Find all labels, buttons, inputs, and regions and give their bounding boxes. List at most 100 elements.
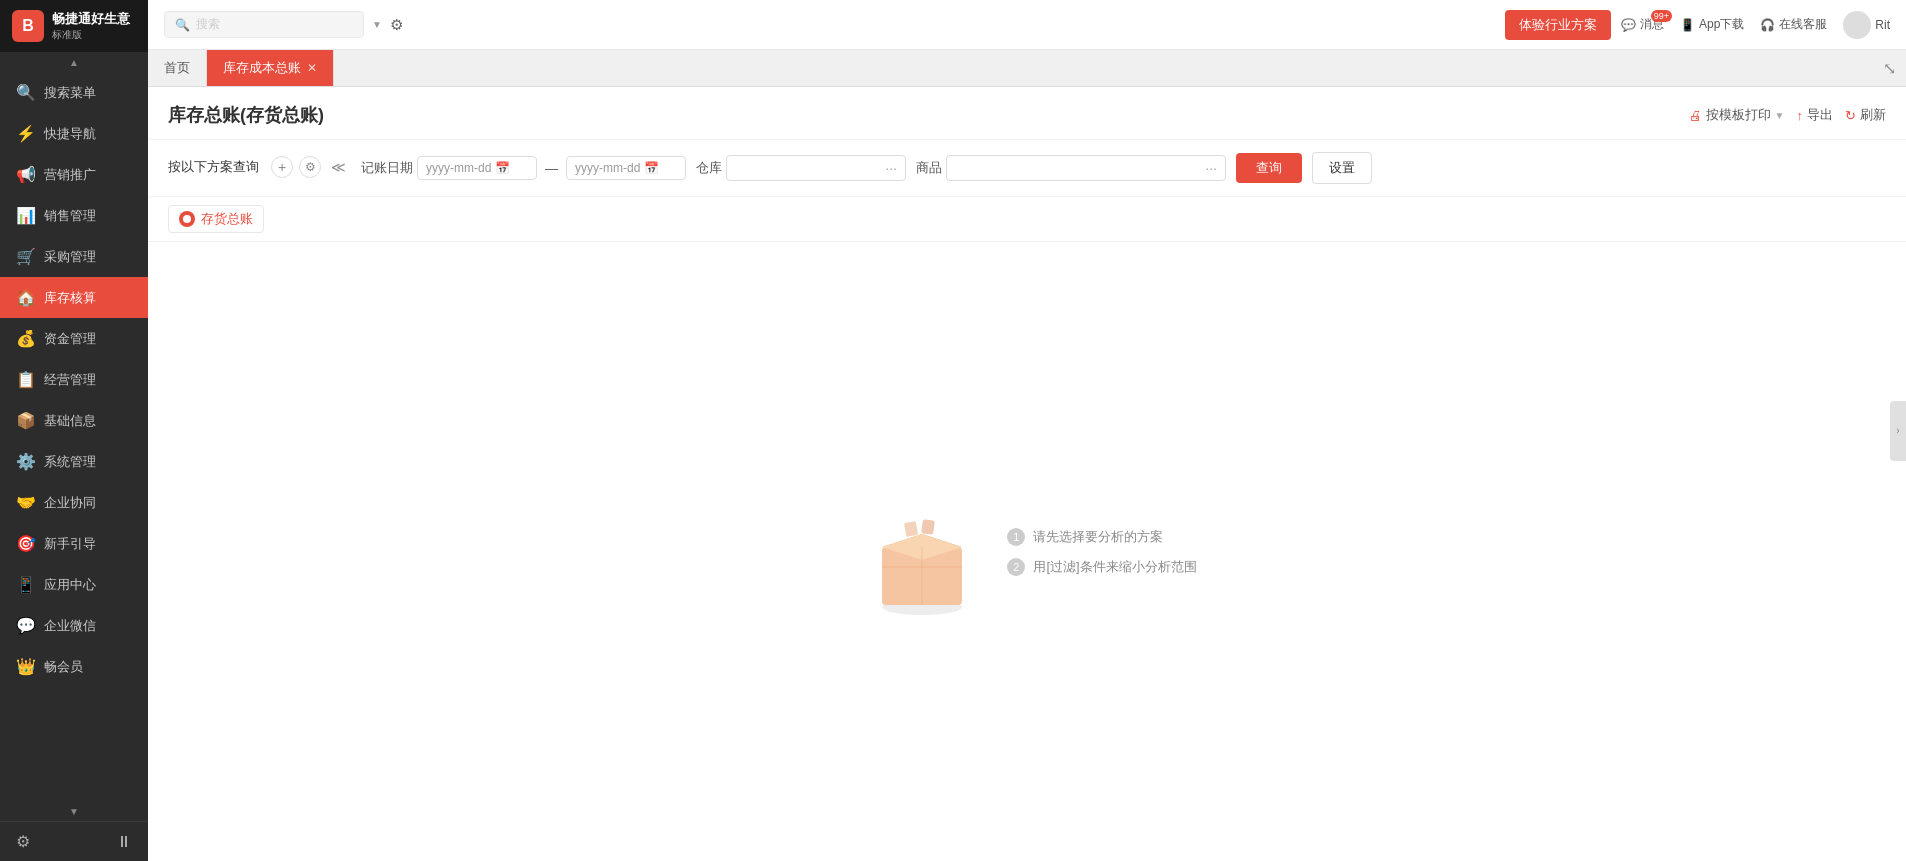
tab-inventory-ledger[interactable]: 库存成本总账 ✕ xyxy=(207,50,334,86)
messages-btn[interactable]: 💬 消息 99+ xyxy=(1621,16,1664,33)
refresh-btn[interactable]: ↻ 刷新 xyxy=(1845,106,1886,124)
date-label: 记账日期 xyxy=(361,159,413,177)
sidebar-label-system: 系统管理 xyxy=(44,453,96,471)
search-dropdown-icon[interactable]: ▼ xyxy=(372,19,382,30)
sidebar-item-purchase[interactable]: 🛒 采购管理 xyxy=(0,236,148,277)
filter-collapse-btn[interactable]: ≪ xyxy=(327,156,349,178)
export-icon: ↑ xyxy=(1797,108,1804,123)
hint-num-1: 1 xyxy=(1007,528,1025,546)
page-header: 库存总账(存货总账) 🖨 按模板打印 ▼ ↑ 导出 ↻ 刷新 xyxy=(148,87,1906,140)
sidebar-item-member[interactable]: 👑 畅会员 xyxy=(0,646,148,687)
warehouse-more-icon[interactable]: ··· xyxy=(885,160,897,176)
sidebar-icon-enterprise: 🤝 xyxy=(16,493,34,512)
sidebar-label-inventory: 库存核算 xyxy=(44,289,96,307)
industry-btn[interactable]: 体验行业方案 xyxy=(1505,10,1611,40)
page-title: 库存总账(存货总账) xyxy=(168,103,324,127)
product-label: 商品 xyxy=(916,159,942,177)
user-avatar-area[interactable]: Rit xyxy=(1843,11,1890,39)
user-avatar xyxy=(1843,11,1871,39)
date-start-input[interactable]: yyyy-mm-dd 📅 xyxy=(417,156,537,180)
sidebar-icon-finance: 💰 xyxy=(16,329,34,348)
sidebar-footer: ⚙ ⏸ xyxy=(0,821,148,861)
online-service-btn[interactable]: 🎧 在线客服 xyxy=(1760,16,1827,33)
sidebar-item-marketing[interactable]: 📢营销推广 xyxy=(0,154,148,195)
scheme-area: 存货总账 xyxy=(148,197,1906,242)
sidebar: B 畅捷通好生意 标准版 ▲ 🔍搜索菜单 ⚡ 快捷导航 📢营销推广📊销售管理 🛒 采购管理… xyxy=(0,0,148,861)
sidebar-label-purchase: 采购管理 xyxy=(44,248,96,266)
sidebar-label-member: 畅会员 xyxy=(44,658,83,676)
logo-area: B 畅捷通好生意 标准版 xyxy=(0,0,148,52)
tab-close-icon[interactable]: ✕ xyxy=(307,61,317,75)
sidebar-label-marketing: 营销推广 xyxy=(44,166,96,184)
empty-hint-1: 1 请先选择要分析的方案 xyxy=(1007,528,1196,546)
search-icon: 🔍 xyxy=(175,18,190,32)
hint-num-2: 2 xyxy=(1007,558,1025,576)
printer-icon: 🖨 xyxy=(1689,108,1702,123)
sidebar-icon-member: 👑 xyxy=(16,657,34,676)
product-select[interactable]: ··· xyxy=(946,155,1226,181)
settings-footer-icon[interactable]: ⚙ xyxy=(16,832,30,851)
sidebar-label-finance: 资金管理 xyxy=(44,330,96,348)
logo-icon: B xyxy=(12,10,44,42)
empty-illustration xyxy=(857,492,977,612)
filter-actions: + ⚙ ≪ xyxy=(271,152,349,178)
scroll-down-arrow[interactable]: ▼ xyxy=(0,801,148,821)
sidebar-icon-system: ⚙️ xyxy=(16,452,34,471)
filter-add-btn[interactable]: + xyxy=(271,156,293,178)
date-separator: — xyxy=(541,161,562,176)
page-actions: 🖨 按模板打印 ▼ ↑ 导出 ↻ 刷新 xyxy=(1689,106,1886,124)
sidebar-icon-wecom: 💬 xyxy=(16,616,34,635)
empty-hint-2: 2 用[过滤]条件来缩小分析范围 xyxy=(1007,558,1196,576)
product-filter-field: 商品 ··· xyxy=(916,155,1226,181)
sidebar-item-enterprise[interactable]: 🤝 企业协同 xyxy=(0,482,148,523)
logo-text: 畅捷通好生意 标准版 xyxy=(52,11,130,41)
top-header: 🔍 搜索 ▼ ⚙ 体验行业方案 💬 消息 99+ 📱 App下载 🎧 在线客服 xyxy=(148,0,1906,50)
sidebar-label-quick-nav: 快捷导航 xyxy=(44,125,96,143)
sidebar-icon-guide: 🎯 xyxy=(16,534,34,553)
sidebar-item-app-center[interactable]: 📱应用中心 xyxy=(0,564,148,605)
collapse-footer-icon[interactable]: ⏸ xyxy=(116,833,132,851)
header-search-box[interactable]: 🔍 搜索 xyxy=(164,11,364,38)
sidebar-item-quick-nav[interactable]: ⚡ 快捷导航 xyxy=(0,113,148,154)
filter-fields: 记账日期 yyyy-mm-dd 📅 — yyyy-mm-dd 📅 仓库 xyxy=(361,152,1886,184)
headset-icon: 🎧 xyxy=(1760,18,1775,32)
sidebar-label-basic-info: 基础信息 xyxy=(44,412,96,430)
tab-home[interactable]: 首页 xyxy=(148,50,207,86)
sidebar-icon-inventory: 🏠 xyxy=(16,288,34,307)
export-btn[interactable]: ↑ 导出 xyxy=(1797,106,1834,124)
sidebar-icon-quick-nav: ⚡ xyxy=(16,124,34,143)
filter-settings-btn[interactable]: ⚙ xyxy=(299,156,321,178)
query-btn[interactable]: 查询 xyxy=(1236,153,1302,183)
warehouse-select[interactable]: ··· xyxy=(726,155,906,181)
svg-rect-9 xyxy=(921,519,935,535)
panel-expand-btn[interactable]: ⤡ xyxy=(1873,59,1906,78)
print-template-btn[interactable]: 🖨 按模板打印 ▼ xyxy=(1689,106,1785,124)
right-panel-collapse-btn[interactable]: › xyxy=(1890,401,1906,461)
header-right: 💬 消息 99+ 📱 App下载 🎧 在线客服 Rit xyxy=(1621,11,1890,39)
sidebar-item-basic-info[interactable]: 📦基础信息 xyxy=(0,400,148,441)
app-download-btn[interactable]: 📱 App下载 xyxy=(1680,16,1744,33)
sidebar-label-enterprise: 企业协同 xyxy=(44,494,96,512)
scroll-up-arrow[interactable]: ▲ xyxy=(0,52,148,72)
sidebar-item-guide[interactable]: 🎯新手引导 xyxy=(0,523,148,564)
content-area: 库存总账(存货总账) 🖨 按模板打印 ▼ ↑ 导出 ↻ 刷新 按以下方案查询 xyxy=(148,87,1906,861)
header-gear-icon[interactable]: ⚙ xyxy=(390,16,403,34)
sidebar-item-inventory[interactable]: 🏠 库存核算 xyxy=(0,277,148,318)
sidebar-item-sales[interactable]: 📊销售管理 xyxy=(0,195,148,236)
header-search-area: 🔍 搜索 ▼ ⚙ xyxy=(164,11,1495,38)
sidebar-item-wecom[interactable]: 💬企业微信 xyxy=(0,605,148,646)
print-dropdown-icon: ▼ xyxy=(1775,110,1785,121)
date-end-input[interactable]: yyyy-mm-dd 📅 xyxy=(566,156,686,180)
sidebar-item-finance[interactable]: 💰 资金管理 xyxy=(0,318,148,359)
scheme-item-stock-ledger[interactable]: 存货总账 xyxy=(168,205,264,233)
sidebar-label-operations: 经营管理 xyxy=(44,371,96,389)
expand-icon: ⤡ xyxy=(1883,59,1896,78)
setting-btn[interactable]: 设置 xyxy=(1312,152,1372,184)
sidebar-item-operations[interactable]: 📋经营管理 xyxy=(0,359,148,400)
filter-label: 按以下方案查询 xyxy=(168,152,259,176)
calendar-end-icon: 📅 xyxy=(644,161,659,175)
sidebar-icon-purchase: 🛒 xyxy=(16,247,34,266)
sidebar-item-search-menu[interactable]: 🔍搜索菜单 xyxy=(0,72,148,113)
sidebar-item-system[interactable]: ⚙️ 系统管理 xyxy=(0,441,148,482)
product-more-icon[interactable]: ··· xyxy=(1205,160,1217,176)
